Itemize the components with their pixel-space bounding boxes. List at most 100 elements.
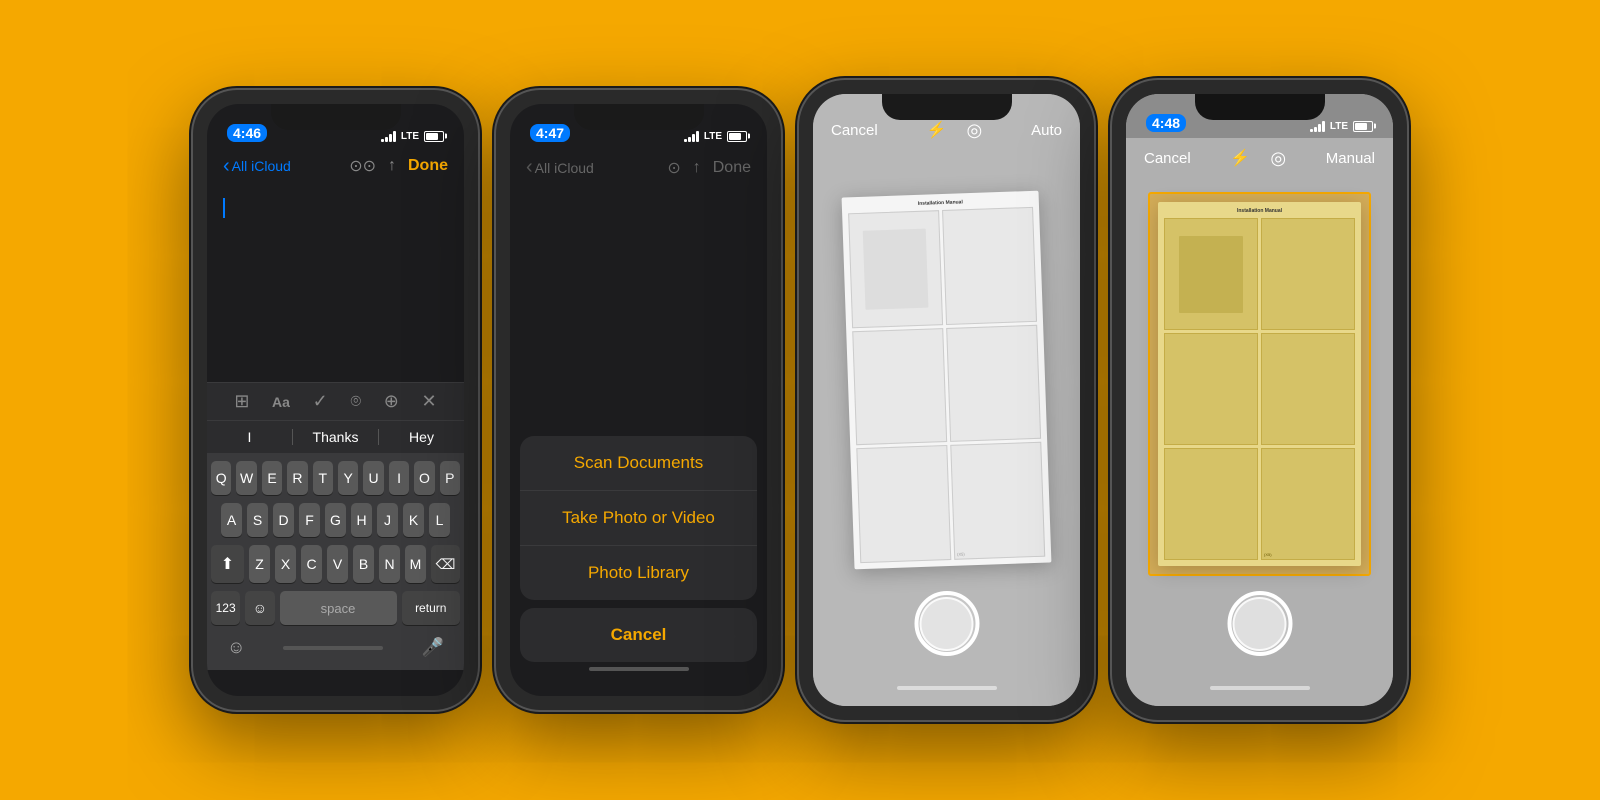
key-s[interactable]: S (247, 503, 268, 537)
microphone-icon[interactable]: 🎤 (422, 637, 444, 658)
doc-cell-o5 (1164, 448, 1258, 560)
key-return[interactable]: return (402, 591, 461, 625)
key-m[interactable]: M (405, 545, 426, 583)
doc-title-4: Installation Manual (1237, 208, 1282, 214)
p2-person-icon[interactable]: ⊙ (667, 158, 680, 178)
key-g[interactable]: G (325, 503, 346, 537)
battery-1 (424, 131, 444, 142)
doc-cell-o3 (1164, 333, 1258, 445)
key-b[interactable]: B (353, 545, 374, 583)
key-space[interactable]: space (280, 591, 397, 625)
doc-cell-5 (856, 445, 951, 563)
cancel-button[interactable]: Cancel (520, 608, 757, 662)
p4-cancel-button[interactable]: Cancel (1144, 150, 1191, 167)
key-k[interactable]: K (403, 503, 424, 537)
bar3 (389, 134, 392, 142)
key-j[interactable]: J (377, 503, 398, 537)
key-y[interactable]: Y (338, 461, 358, 495)
p4-flash-icon[interactable]: ⚡ (1230, 148, 1250, 168)
action-sheet-container: Scan Documents Take Photo or Video Photo… (520, 436, 757, 676)
scan-documents-button[interactable]: Scan Documents (520, 436, 757, 491)
key-n[interactable]: N (379, 545, 400, 583)
text-cursor (223, 198, 225, 218)
key-o[interactable]: O (414, 461, 434, 495)
lte-2: LTE (704, 131, 722, 142)
key-c[interactable]: C (301, 545, 322, 583)
p4-manual-label[interactable]: Manual (1326, 150, 1375, 167)
take-photo-video-button[interactable]: Take Photo or Video (520, 491, 757, 546)
key-f[interactable]: F (299, 503, 320, 537)
key-z[interactable]: Z (249, 545, 270, 583)
p3-cancel-button[interactable]: Cancel (831, 122, 878, 139)
p1-note-area[interactable] (207, 182, 464, 382)
p2-share-icon[interactable]: ↑ (693, 159, 701, 177)
key-a[interactable]: A (221, 503, 242, 537)
bar1 (381, 139, 384, 142)
p1-done-button[interactable]: Done (408, 157, 448, 175)
key-delete[interactable]: ⌫ (431, 545, 460, 583)
key-u[interactable]: U (363, 461, 383, 495)
home-indicator-3 (897, 686, 997, 690)
key-t[interactable]: T (313, 461, 333, 495)
key-123[interactable]: 123 (211, 591, 240, 625)
key-shift[interactable]: ⬆ (211, 545, 244, 583)
doc-cell-o1 (1164, 218, 1258, 330)
key-v[interactable]: V (327, 545, 348, 583)
key-l[interactable]: L (429, 503, 450, 537)
p3-color-ring-icon[interactable]: ◎ (967, 120, 983, 141)
keyboard-row-2: A S D F G H J K L (211, 503, 460, 537)
p4-shutter-button[interactable] (1227, 591, 1292, 656)
lte-1: LTE (401, 131, 419, 142)
doc-cell-6: (X5) (950, 442, 1045, 560)
status-time-2: 4:47 (530, 124, 570, 142)
camera-toolbar-icon[interactable]: ⌾ (350, 391, 361, 412)
battery-4 (1353, 121, 1373, 132)
status-time-4: 4:48 (1146, 114, 1186, 132)
close-toolbar-icon[interactable]: ✕ (422, 391, 437, 412)
autocomplete-item-thanks[interactable]: Thanks (293, 429, 379, 445)
key-d[interactable]: D (273, 503, 294, 537)
status-right-1: LTE (381, 130, 444, 142)
p1-back-button[interactable]: All iCloud (223, 156, 291, 176)
p4-color-ring-icon[interactable]: ◎ (1270, 148, 1286, 169)
person-icon[interactable]: ⊙ (349, 156, 376, 176)
key-q[interactable]: Q (211, 461, 231, 495)
key-emoji[interactable]: ☺ (245, 591, 274, 625)
share-icon[interactable]: ↑ (388, 157, 396, 175)
photo-library-button[interactable]: Photo Library (520, 546, 757, 600)
home-indicator-1 (283, 646, 383, 650)
lte-4: LTE (1330, 121, 1348, 132)
autocomplete-item-hey[interactable]: Hey (379, 429, 464, 445)
doc-cell-o6: (X5) (1261, 448, 1355, 560)
doc-cell-o2 (1261, 218, 1355, 330)
p3-shutter-button[interactable] (914, 591, 979, 656)
p2-done-button[interactable]: Done (713, 159, 751, 177)
emoji-keyboard-icon[interactable]: ☺ (227, 637, 245, 658)
status-bar-4: 4:48 LTE (1126, 94, 1393, 138)
p1-nav-icons: ⊙ ↑ Done (349, 156, 448, 176)
p3-document: Installation Manual (X5) (842, 191, 1052, 570)
p3-auto-label[interactable]: Auto (1031, 122, 1062, 139)
key-p[interactable]: P (440, 461, 460, 495)
key-h[interactable]: H (351, 503, 372, 537)
checkmark-toolbar-icon[interactable]: ✓ (313, 391, 328, 412)
keyboard-row-3: ⬆ Z X C V B N M ⌫ (211, 545, 460, 583)
table-toolbar-icon[interactable]: ⊞ (234, 391, 249, 412)
action-sheet: Scan Documents Take Photo or Video Photo… (520, 436, 757, 600)
key-r[interactable]: R (287, 461, 307, 495)
p2-back-button[interactable]: ‹ All iCloud (526, 156, 594, 179)
doc-cell-o4 (1261, 333, 1355, 445)
key-w[interactable]: W (236, 461, 256, 495)
keyboard-row-4: 123 ☺ space return (211, 591, 460, 625)
p2-back-label: All iCloud (535, 160, 594, 176)
status-time-1: 4:46 (227, 124, 267, 142)
key-x[interactable]: X (275, 545, 296, 583)
keyboard-row-1: Q W E R T Y U I O P (211, 461, 460, 495)
key-i[interactable]: I (389, 461, 409, 495)
compose-toolbar-icon[interactable]: ⊕ (384, 391, 399, 412)
autocomplete-item-i[interactable]: I (207, 429, 293, 445)
aa-toolbar-icon[interactable]: Aa (272, 394, 290, 410)
key-e[interactable]: E (262, 461, 282, 495)
status-right-2: LTE (684, 130, 747, 142)
p3-flash-icon[interactable]: ⚡ (927, 120, 947, 140)
